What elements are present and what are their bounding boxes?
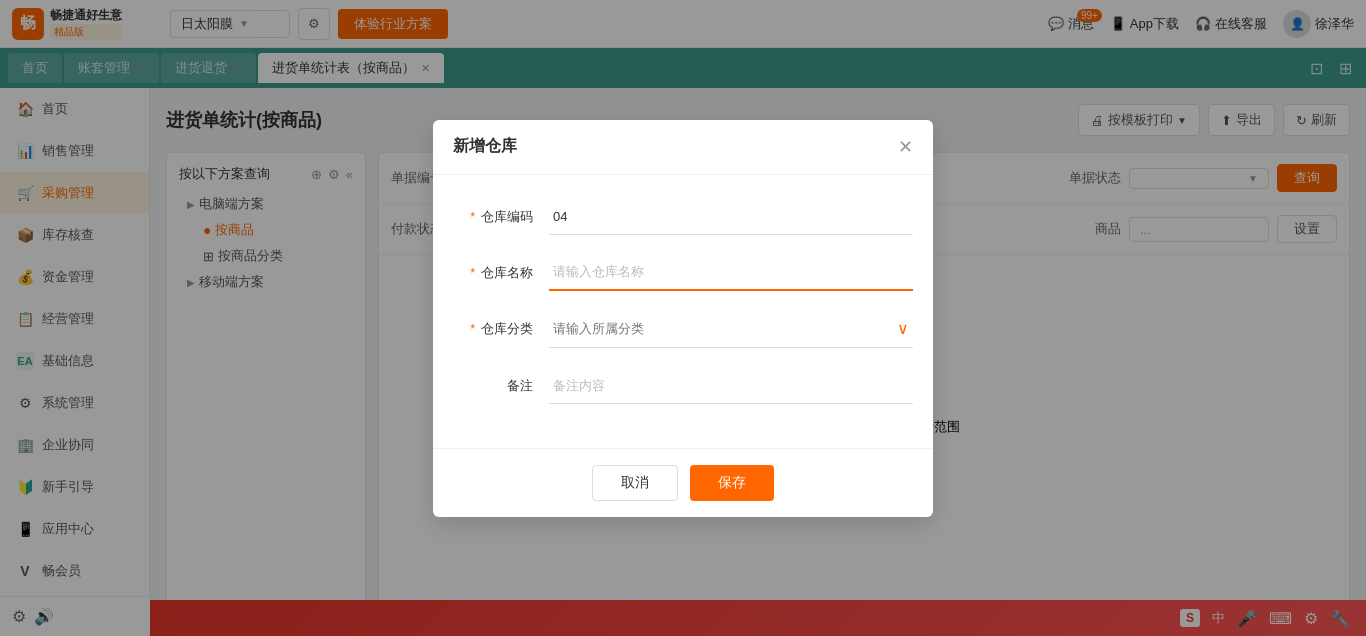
modal-header: 新增仓库 ✕: [433, 120, 933, 175]
category-dropdown-icon[interactable]: ∨: [893, 319, 913, 338]
form-row-code: * 仓库编码: [453, 199, 913, 235]
form-row-category: * 仓库分类 ∨: [453, 311, 913, 348]
modal-overlay: 新增仓库 ✕ * 仓库编码 * 仓库名称: [0, 0, 1366, 636]
category-input[interactable]: [549, 311, 893, 347]
category-label: * 仓库分类: [453, 320, 533, 338]
new-warehouse-modal: 新增仓库 ✕ * 仓库编码 * 仓库名称: [433, 120, 933, 517]
category-select[interactable]: ∨: [549, 311, 913, 348]
modal-footer: 取消 保存: [433, 448, 933, 517]
modal-close-icon[interactable]: ✕: [898, 136, 913, 158]
save-button[interactable]: 保存: [690, 465, 774, 501]
note-label: 备注: [453, 377, 533, 395]
code-label: * 仓库编码: [453, 208, 533, 226]
warehouse-note-input[interactable]: [549, 368, 913, 404]
modal-title: 新增仓库: [453, 136, 517, 157]
warehouse-name-input[interactable]: [549, 255, 913, 291]
form-row-note: 备注: [453, 368, 913, 404]
form-row-name: * 仓库名称: [453, 255, 913, 291]
name-label: * 仓库名称: [453, 264, 533, 282]
modal-body: * 仓库编码 * 仓库名称 * 仓库分类: [433, 175, 933, 448]
warehouse-code-input[interactable]: [549, 199, 913, 235]
cancel-button[interactable]: 取消: [592, 465, 678, 501]
